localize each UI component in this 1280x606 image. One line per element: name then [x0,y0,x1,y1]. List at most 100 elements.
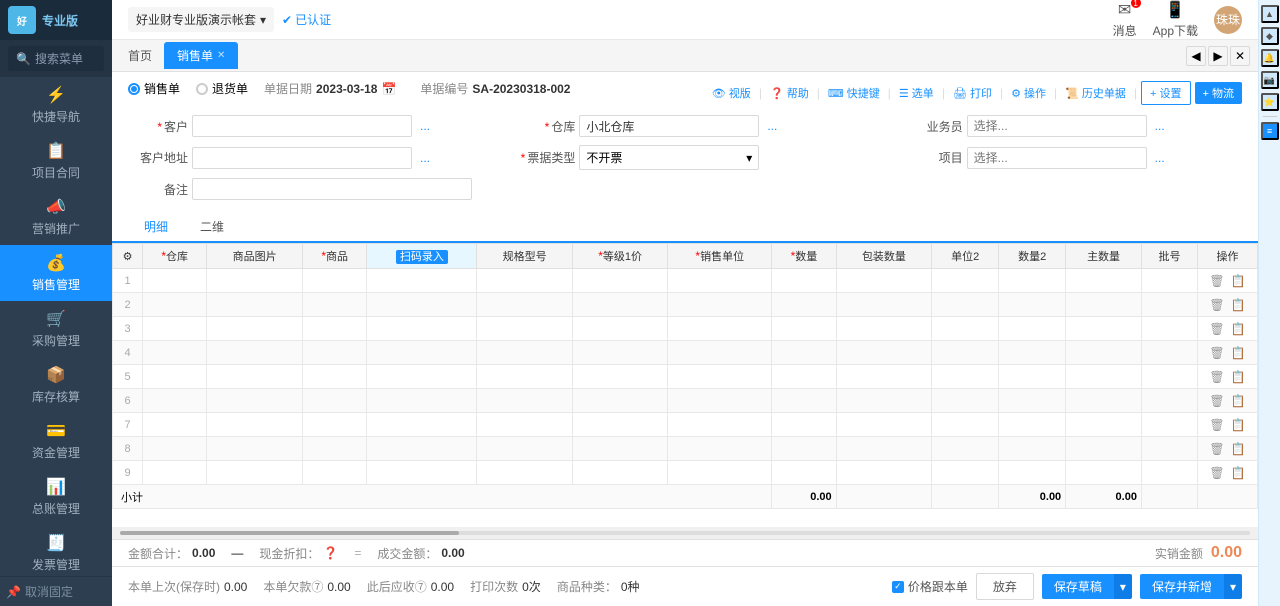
salesperson-input[interactable] [967,115,1147,137]
cell-unit2-4[interactable] [932,341,999,365]
cell-quick-9[interactable] [367,461,477,485]
abandon-button[interactable]: 放弃 [976,573,1034,600]
delete-row-2-button[interactable]: 🗑 [1208,297,1225,313]
cell-quick-7[interactable] [367,413,477,437]
th-settings[interactable]: ⚙ [113,244,143,269]
sidebar-item-quick-nav[interactable]: ⚡ 快捷导航 [0,77,112,133]
cell-batch-4[interactable] [1141,341,1197,365]
cell-qty2-3[interactable] [999,317,1066,341]
sidebar-item-sales[interactable]: 💰 销售管理 [0,245,112,301]
calendar-icon[interactable]: 📅 [381,82,396,96]
cell-unit2-2[interactable] [932,293,999,317]
cell-quick-3[interactable] [367,317,477,341]
delete-row-6-button[interactable]: 🗑 [1208,393,1225,409]
cell-mq-5[interactable] [1066,365,1142,389]
copy-row-2-button[interactable]: 📋 [1230,297,1247,313]
cell-qty2-4[interactable] [999,341,1066,365]
project-select-dots[interactable]: ... [1155,151,1165,165]
cell-pack-6[interactable] [836,389,932,413]
tab-next-button[interactable]: ▶ [1208,46,1228,66]
cell-product-5[interactable] [302,365,366,389]
cell-spec-8[interactable] [477,437,573,461]
customer-input[interactable] [192,115,412,137]
copy-row-3-button[interactable]: 📋 [1230,321,1247,337]
cell-batch-1[interactable] [1141,269,1197,293]
cell-unit-9[interactable] [668,461,772,485]
save-draft-dropdown-button[interactable]: ▾ [1114,574,1132,599]
cell-unit-7[interactable] [668,413,772,437]
cell-price-3[interactable] [572,317,667,341]
cell-quick-entry-1[interactable] [367,269,477,293]
search-menu-button[interactable]: 🔍 搜索菜单 [8,46,104,71]
cell-qty2-8[interactable] [999,437,1066,461]
cell-unit-5[interactable] [668,365,772,389]
company-selector[interactable]: 好业财专业版演示帐套 ▾ [128,7,274,32]
cell-unit2-7[interactable] [932,413,999,437]
cell-spec-7[interactable] [477,413,573,437]
customer-select-dots[interactable]: ... [420,119,430,133]
cell-warehouse-6[interactable] [143,389,207,413]
cell-price-2[interactable] [572,293,667,317]
cell-price-8[interactable] [572,437,667,461]
tab-prev-button[interactable]: ◀ [1186,46,1206,66]
cell-product-3[interactable] [302,317,366,341]
print-button[interactable]: 🖨 打印 [949,83,996,103]
copy-row-4-button[interactable]: 📋 [1230,345,1247,361]
remark-input[interactable] [192,178,472,200]
cell-unit2-6[interactable] [932,389,999,413]
cell-warehouse-7[interactable] [143,413,207,437]
cell-unit-3[interactable] [668,317,772,341]
cell-quick-6[interactable] [367,389,477,413]
sidebar-item-inventory[interactable]: 📦 库存核算 [0,357,112,413]
cell-qty-8[interactable] [772,437,836,461]
save-new-dropdown-button[interactable]: ▾ [1224,574,1242,599]
save-new-button[interactable]: 保存并新增 [1140,574,1224,599]
cell-batch-8[interactable] [1141,437,1197,461]
salesperson-select-dots[interactable]: ... [1155,119,1165,133]
sidebar-item-capital[interactable]: 💳 资金管理 [0,413,112,469]
cell-product-9[interactable] [302,461,366,485]
copy-row-8-button[interactable]: 📋 [1230,441,1247,457]
tab-close-icon[interactable]: ✕ [217,50,225,61]
cell-warehouse-2[interactable] [143,293,207,317]
delete-row-4-button[interactable]: 🗑 [1208,345,1225,361]
delete-row-1-button[interactable]: 🗑 [1208,273,1225,289]
sidebar-item-marketing[interactable]: 📣 营销推广 [0,189,112,245]
cell-spec-5[interactable] [477,365,573,389]
cell-warehouse-1[interactable] [143,269,207,293]
cell-product-4[interactable] [302,341,366,365]
sidebar-item-invoice[interactable]: 🧾 发票管理 [0,525,112,576]
cell-batch-7[interactable] [1141,413,1197,437]
cell-unit2-5[interactable] [932,365,999,389]
save-draft-button[interactable]: 保存草稿 [1042,574,1114,599]
cell-batch-2[interactable] [1141,293,1197,317]
cell-batch-3[interactable] [1141,317,1197,341]
cell-product-7[interactable] [302,413,366,437]
cell-pack-9[interactable] [836,461,932,485]
cell-mq-6[interactable] [1066,389,1142,413]
cell-qty-2[interactable] [772,293,836,317]
right-panel-btn-active[interactable]: ≡ [1261,122,1279,140]
project-input[interactable] [967,147,1147,169]
cell-pack-3[interactable] [836,317,932,341]
cell-unit-8[interactable] [668,437,772,461]
warehouse-input[interactable] [579,115,759,137]
cell-spec-1[interactable] [477,269,573,293]
cell-batch-6[interactable] [1141,389,1197,413]
tab-detail[interactable]: 明细 [128,212,184,243]
cell-spec-6[interactable] [477,389,573,413]
cell-qty2-6[interactable] [999,389,1066,413]
th-quick-entry[interactable]: 扫码录入 [367,244,477,269]
cell-batch-5[interactable] [1141,365,1197,389]
cell-warehouse-8[interactable] [143,437,207,461]
shortcut-button[interactable]: ⌨ 快捷键 [824,83,884,103]
cell-price-9[interactable] [572,461,667,485]
tab-2d[interactable]: 二维 [184,212,240,243]
version-button[interactable]: 👁 视版 [708,83,755,103]
cell-main-qty-1[interactable] [1066,269,1142,293]
cell-price-5[interactable] [572,365,667,389]
cell-qty-3[interactable] [772,317,836,341]
cell-mq-3[interactable] [1066,317,1142,341]
cell-quick-5[interactable] [367,365,477,389]
cell-batch-9[interactable] [1141,461,1197,485]
